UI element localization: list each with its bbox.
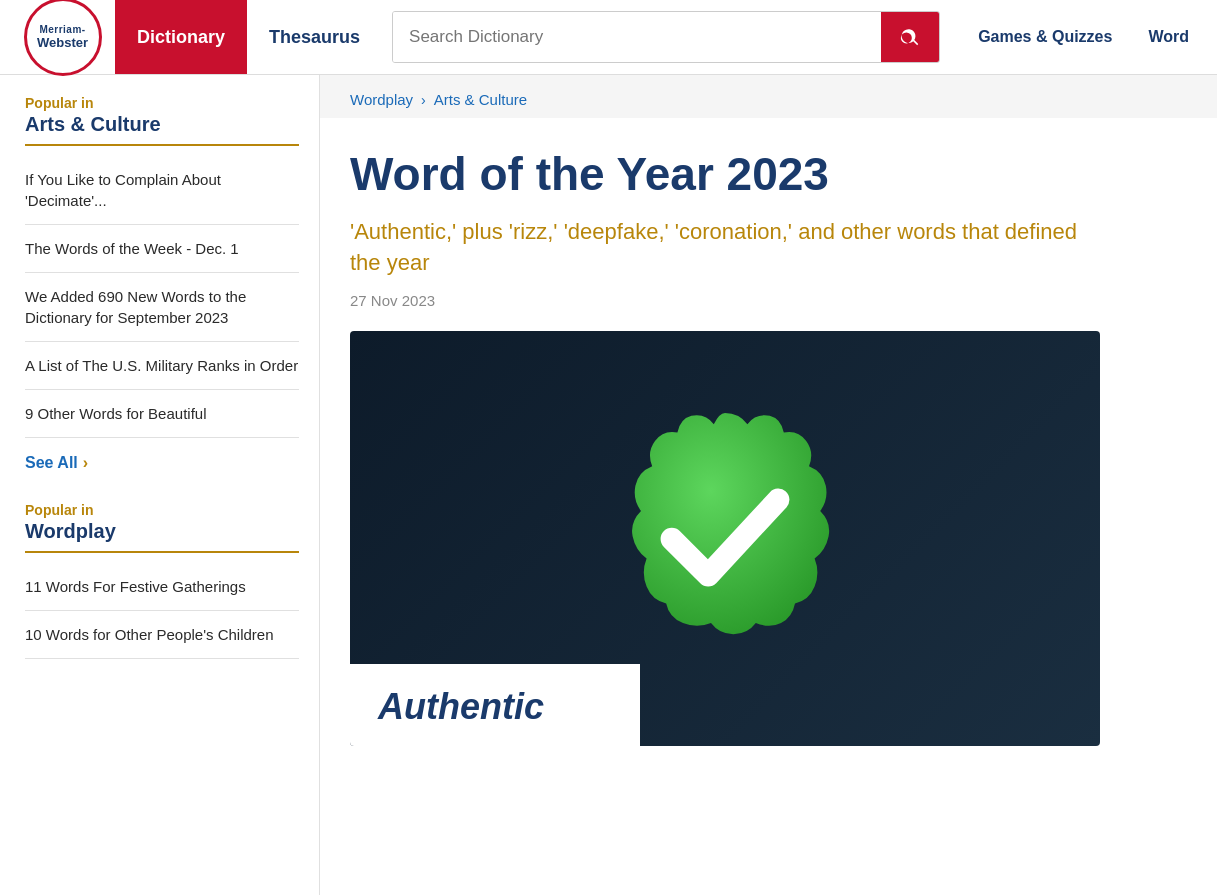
nav-thesaurus[interactable]: Thesaurus	[247, 0, 382, 74]
breadcrumb: Wordplay › Arts & Culture	[320, 75, 1217, 118]
sidebar: Popular in Arts & Culture If You Like to…	[0, 75, 320, 895]
sidebar-popular-label-2: Popular in	[25, 502, 299, 518]
breadcrumb-wordplay[interactable]: Wordplay	[350, 91, 413, 108]
see-all-text: See All	[25, 454, 78, 472]
search-bar	[392, 11, 940, 63]
logo[interactable]: Merriam- Webster	[10, 0, 115, 75]
sidebar-item-festive[interactable]: 11 Words For Festive Gatherings	[25, 563, 299, 611]
main-content: Wordplay › Arts & Culture Word of the Ye…	[320, 75, 1217, 895]
sidebar-item-military-ranks[interactable]: A List of The U.S. Military Ranks in Ord…	[25, 342, 299, 390]
nav-dictionary[interactable]: Dictionary	[115, 0, 247, 74]
sidebar-item-decimate[interactable]: If You Like to Complain About 'Decimate'…	[25, 156, 299, 225]
sidebar-section-wordplay: Popular in Wordplay 11 Words For Festive…	[25, 502, 299, 659]
verified-badge-icon	[585, 399, 865, 679]
sidebar-item-peoples-children[interactable]: 10 Words for Other People's Children	[25, 611, 299, 659]
nav-word[interactable]: Word	[1130, 28, 1207, 46]
breadcrumb-separator: ›	[421, 92, 426, 108]
search-input[interactable]	[393, 12, 881, 62]
article: Word of the Year 2023 'Authentic,' plus …	[320, 118, 1217, 746]
chevron-right-icon: ›	[83, 454, 88, 472]
search-button[interactable]	[881, 12, 939, 62]
sidebar-section-arts: Popular in Arts & Culture If You Like to…	[25, 95, 299, 438]
sidebar-arts-culture-title: Arts & Culture	[25, 113, 299, 146]
search-icon	[899, 26, 921, 48]
see-all-link[interactable]: See All ›	[25, 454, 299, 472]
article-image: Authentic	[350, 331, 1100, 746]
authentic-word: Authentic	[378, 686, 544, 727]
nav-games[interactable]: Games & Quizzes	[960, 28, 1130, 46]
sidebar-item-690-words[interactable]: We Added 690 New Words to the Dictionary…	[25, 273, 299, 342]
article-subtitle: 'Authentic,' plus 'rizz,' 'deepfake,' 'c…	[350, 217, 1090, 279]
header: Merriam- Webster Dictionary Thesaurus Ga…	[0, 0, 1217, 75]
authentic-overlay: Authentic	[350, 664, 640, 746]
breadcrumb-arts-culture[interactable]: Arts & Culture	[434, 91, 527, 108]
logo-circle: Merriam- Webster	[24, 0, 102, 76]
sidebar-popular-label-1: Popular in	[25, 95, 299, 111]
nav-right: Games & Quizzes Word	[950, 28, 1207, 46]
layout: Popular in Arts & Culture If You Like to…	[0, 75, 1217, 895]
sidebar-item-beautiful[interactable]: 9 Other Words for Beautiful	[25, 390, 299, 438]
sidebar-wordplay-title: Wordplay	[25, 520, 299, 553]
sidebar-item-words-week[interactable]: The Words of the Week - Dec. 1	[25, 225, 299, 273]
article-title: Word of the Year 2023	[350, 148, 1187, 201]
article-date: 27 Nov 2023	[350, 292, 1187, 309]
logo-text-top: Merriam-	[39, 24, 85, 35]
logo-text-bottom: Webster	[37, 35, 88, 50]
